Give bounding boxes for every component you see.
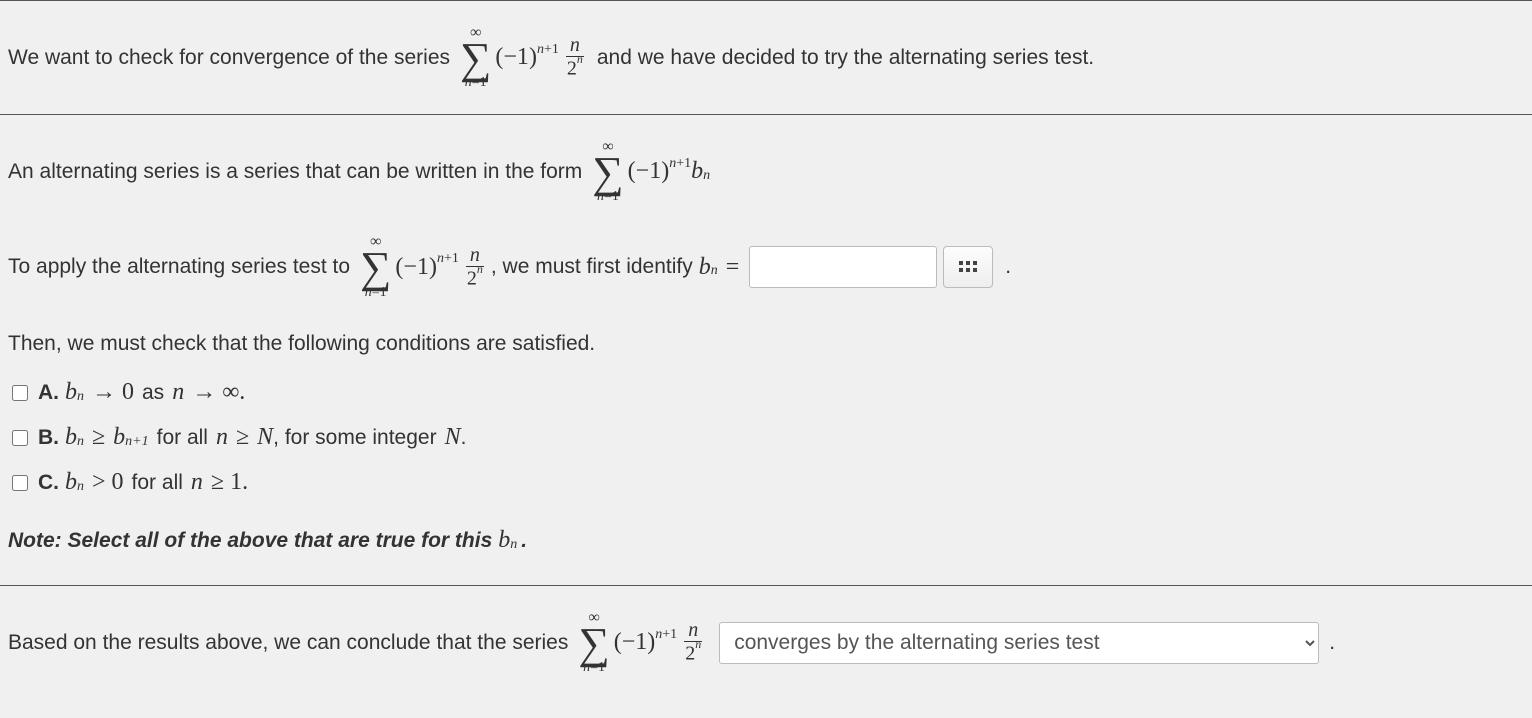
option-c-checkbox[interactable] bbox=[12, 475, 28, 491]
identify-text-2: , we must first identify bbox=[491, 249, 693, 285]
note-line: Note: Select all of the above that are t… bbox=[8, 520, 1524, 561]
intro-text-2: and we have decided to try the alternati… bbox=[597, 40, 1094, 76]
option-c-row: C. bn > 0 for all n ≥ 1. bbox=[8, 469, 1524, 496]
option-a-checkbox[interactable] bbox=[12, 385, 28, 401]
conditions-intro: Then, we must check that the following c… bbox=[8, 326, 1524, 362]
identify-line: To apply the alternating series test to … bbox=[8, 234, 1524, 299]
period: . bbox=[1005, 249, 1011, 285]
series-term: (−1)n+1 bbox=[495, 37, 558, 78]
conclusion-line: Based on the results above, we can concl… bbox=[8, 610, 1524, 675]
equals-sign: = bbox=[726, 247, 740, 288]
fraction: n 2n bbox=[463, 245, 487, 290]
identify-text-1: To apply the alternating series test to bbox=[8, 249, 350, 285]
sigma-notation: ∞ ∑ n=1 bbox=[460, 25, 491, 90]
sigma-notation: ∞ ∑ n=1 bbox=[578, 610, 609, 675]
option-a-label: A. bbox=[38, 381, 59, 405]
section-body: An alternating series is a series that c… bbox=[0, 114, 1532, 585]
note-text: Note: Select all of the above that are t… bbox=[8, 523, 492, 559]
period: . bbox=[1329, 625, 1335, 661]
section-intro: We want to check for convergence of the … bbox=[0, 0, 1532, 114]
definition-line: An alternating series is a series that c… bbox=[8, 139, 1524, 204]
keypad-button[interactable] bbox=[943, 246, 993, 288]
series-term: (−1)n+1 bbox=[614, 622, 677, 663]
sigma-notation: ∞ ∑ n=1 bbox=[592, 139, 623, 204]
option-b-label: B. bbox=[38, 426, 59, 450]
series-term: (−1)n+1 bbox=[395, 247, 458, 288]
fraction: n 2n bbox=[681, 620, 705, 665]
keypad-icon bbox=[959, 261, 977, 272]
general-term: (−1)n+1bn bbox=[628, 151, 710, 192]
sigma-notation: ∞ ∑ n=1 bbox=[360, 234, 391, 299]
bn-input[interactable] bbox=[749, 246, 937, 288]
option-c-label: C. bbox=[38, 471, 59, 495]
option-b-checkbox[interactable] bbox=[12, 430, 28, 446]
definition-text: An alternating series is a series that c… bbox=[8, 154, 582, 190]
intro-text-1: We want to check for convergence of the … bbox=[8, 40, 450, 76]
option-b-row: B. bn ≥ bn+1 for all n ≥ N , for some in… bbox=[8, 424, 1524, 451]
fraction: n 2n bbox=[563, 35, 587, 80]
conclusion-select[interactable]: converges by the alternating series test bbox=[719, 622, 1319, 664]
option-a-row: A. bn → 0 as n → ∞. bbox=[8, 379, 1524, 406]
conclusion-text: Based on the results above, we can concl… bbox=[8, 625, 568, 661]
intro-line: We want to check for convergence of the … bbox=[8, 25, 1524, 90]
bn-var: bn bbox=[699, 247, 718, 288]
section-conclusion: Based on the results above, we can concl… bbox=[0, 585, 1532, 699]
